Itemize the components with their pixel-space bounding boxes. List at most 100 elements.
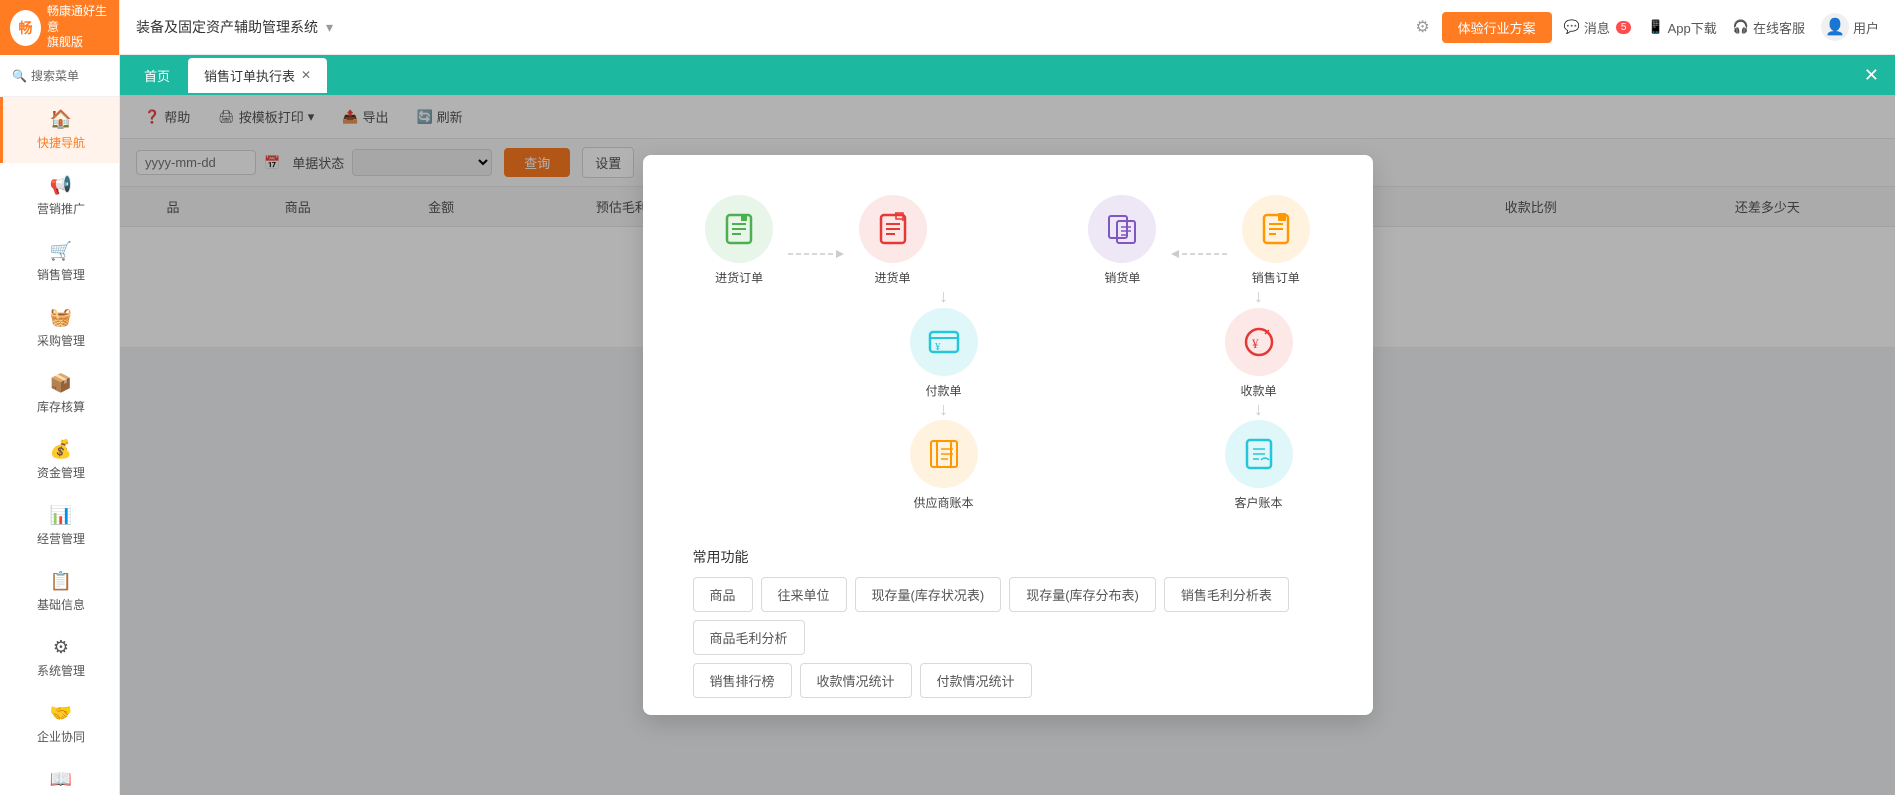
user-area[interactable]: 👤 用户 bbox=[1821, 13, 1879, 41]
node-purchase-order: 进货订单 bbox=[693, 195, 786, 286]
node-sales: 销货单 bbox=[1076, 195, 1169, 286]
search-icon: 🔍 bbox=[12, 69, 27, 83]
app-download-button[interactable]: 📱 App下载 bbox=[1647, 18, 1716, 37]
func-sales-rank[interactable]: 销售排行榜 bbox=[693, 663, 792, 698]
sales-down-arrow: ↓ bbox=[1254, 286, 1263, 308]
func-partner[interactable]: 往来单位 bbox=[761, 577, 847, 612]
modal-scrollbar[interactable]: ◀ ▶ bbox=[673, 708, 1343, 715]
common-functions-section: 常用功能 商品 往来单位 现存量(库存状况表) 现存量(库存分布表) 销售毛利分… bbox=[673, 547, 1343, 708]
arrow-purchase-order-to-purchase bbox=[786, 246, 846, 286]
marketing-icon: 📢 bbox=[50, 175, 72, 196]
basic-icon: 📋 bbox=[50, 571, 72, 592]
system-title-area: 装备及固定资产辅助管理系统 ▾ bbox=[136, 17, 1403, 37]
sidebar-item-purchase[interactable]: 🧺 采购管理 bbox=[0, 295, 119, 361]
common-functions-title: 常用功能 bbox=[693, 547, 1323, 567]
sidebar-item-collab[interactable]: 🤝 企业协同 bbox=[0, 691, 119, 757]
func-stock-status[interactable]: 现存量(库存状况表) bbox=[855, 577, 1002, 612]
message-button[interactable]: 💬 消息 5 bbox=[1564, 18, 1632, 37]
tab-sales-order-exec[interactable]: 销售订单执行表 ✕ bbox=[188, 58, 327, 93]
sales-down-area: ↓ bbox=[1195, 286, 1323, 308]
settings-icon[interactable]: ⚙ bbox=[1415, 17, 1429, 37]
sidebar-search-area: 🔍 搜索菜单 bbox=[0, 55, 119, 97]
receipt-down-area: ↓ bbox=[1195, 399, 1323, 421]
sidebar-item-marketing[interactable]: 📢 营销推广 bbox=[0, 163, 119, 229]
modal-overlay[interactable]: 进货订单 进货单 bbox=[120, 95, 1895, 795]
purchase-icon bbox=[859, 195, 927, 263]
message-icon: 💬 bbox=[1564, 19, 1580, 35]
inventory-icon: 📦 bbox=[50, 373, 72, 394]
sidebar-item-basic[interactable]: 📋 基础信息 bbox=[0, 559, 119, 625]
sidebar: 畅 畅康通好生意 旗舰版 🔍 搜索菜单 🏠 快捷导航 📢 营销推广 � bbox=[0, 0, 120, 795]
download-icon: 📱 bbox=[1647, 19, 1663, 35]
sidebar-item-sales[interactable]: 🛒 销售管理 bbox=[0, 229, 119, 295]
func-product[interactable]: 商品 bbox=[693, 577, 753, 612]
scroll-left-icon[interactable]: ◀ bbox=[693, 712, 702, 715]
guide-icon: 📖 bbox=[50, 769, 72, 790]
func-stock-dist[interactable]: 现存量(库存分布表) bbox=[1009, 577, 1156, 612]
receipt-down-arrow: ↓ bbox=[1254, 399, 1263, 421]
svg-text:¥: ¥ bbox=[1252, 336, 1259, 351]
service-icon: 🎧 bbox=[1733, 19, 1749, 35]
top-bar: 装备及固定资产辅助管理系统 ▾ ⚙ 体验行业方案 💬 消息 5 📱 App下载 … bbox=[120, 0, 1895, 55]
finance-icon: 💰 bbox=[50, 439, 72, 460]
sidebar-item-operations[interactable]: 📊 经营管理 bbox=[0, 493, 119, 559]
arrow-sales-order-to-sales bbox=[1169, 246, 1229, 286]
sidebar-item-inventory[interactable]: 📦 库存核算 bbox=[0, 361, 119, 427]
title-dropdown-icon[interactable]: ▾ bbox=[326, 19, 333, 36]
online-service-button[interactable]: 🎧 在线客服 bbox=[1733, 18, 1805, 37]
content-area: ❓ 帮助 🖨 按模板打印 ▾ 📤 导出 🔄 刷新 bbox=[120, 95, 1895, 795]
tab-bar: 首页 销售订单执行表 ✕ ✕ bbox=[120, 55, 1895, 95]
scroll-right-icon[interactable]: ▶ bbox=[1313, 712, 1322, 715]
top-right-area: 💬 消息 5 📱 App下载 🎧 在线客服 👤 用户 bbox=[1564, 13, 1879, 41]
sales-order-icon bbox=[1242, 195, 1310, 263]
system-title-text: 装备及固定资产辅助管理系统 bbox=[136, 17, 318, 37]
sidebar-logo: 畅 畅康通好生意 旗舰版 bbox=[0, 0, 119, 55]
tab-close-icon[interactable]: ✕ bbox=[301, 68, 311, 82]
func-payment-stats[interactable]: 付款情况统计 bbox=[920, 663, 1032, 698]
system-icon: ⚙ bbox=[53, 637, 69, 658]
node-supplier-ledger: 供应商账本 bbox=[880, 420, 1008, 511]
window-close-button[interactable]: ✕ bbox=[1856, 65, 1887, 86]
payment-down-area: ↓ bbox=[880, 399, 1008, 421]
node-purchase: 进货单 bbox=[846, 195, 939, 286]
customer-ledger-icon bbox=[1225, 420, 1293, 488]
sidebar-item-system[interactable]: ⚙ 系统管理 bbox=[0, 625, 119, 691]
sidebar-item-finance[interactable]: 💰 资金管理 bbox=[0, 427, 119, 493]
node-payment: ¥ 付款单 bbox=[880, 308, 1008, 399]
quick-nav-icon: 🏠 bbox=[50, 109, 72, 130]
tab-home[interactable]: 首页 bbox=[128, 58, 186, 93]
func-receipt-stats[interactable]: 收款情况统计 bbox=[800, 663, 912, 698]
purchase-down-arrow: ↓ bbox=[939, 286, 948, 308]
receipt-icon: ¥ bbox=[1225, 308, 1293, 376]
sales-icon: 🛒 bbox=[50, 241, 72, 262]
purchase-order-icon bbox=[705, 195, 773, 263]
trial-button[interactable]: 体验行业方案 bbox=[1442, 12, 1552, 43]
sidebar-item-quick[interactable]: 🏠 快捷导航 bbox=[0, 97, 119, 163]
sidebar-nav: 🏠 快捷导航 📢 营销推广 🛒 销售管理 🧺 采购管理 📦 库存核算 💰 bbox=[0, 97, 119, 795]
search-menu-button[interactable]: 🔍 搜索菜单 bbox=[8, 63, 111, 88]
operations-icon: 📊 bbox=[50, 505, 72, 526]
message-badge: 5 bbox=[1616, 21, 1632, 34]
logo-icon: 畅 bbox=[10, 10, 41, 46]
svg-text:¥: ¥ bbox=[935, 341, 941, 353]
user-avatar: 👤 bbox=[1821, 13, 1849, 41]
collab-icon: 🤝 bbox=[50, 703, 72, 724]
supplier-ledger-icon bbox=[910, 420, 978, 488]
node-customer-ledger: 客户账本 bbox=[1195, 420, 1323, 511]
payment-down-arrow: ↓ bbox=[939, 399, 948, 421]
quick-nav-modal: 进货订单 进货单 bbox=[643, 155, 1373, 715]
func-buttons-row2: 销售排行榜 收款情况统计 付款情况统计 bbox=[693, 663, 1323, 698]
logo-text: 畅康通好生意 旗舰版 bbox=[47, 4, 109, 51]
func-buttons-row1: 商品 往来单位 现存量(库存状况表) 现存量(库存分布表) 销售毛利分析表 商品… bbox=[693, 577, 1323, 655]
flow-diagram-wrapper: 进货订单 进货单 bbox=[673, 185, 1343, 547]
purchase-icon: 🧺 bbox=[50, 307, 72, 328]
func-product-margin[interactable]: 商品毛利分析 bbox=[693, 620, 805, 655]
node-receipt: ¥ 收款单 bbox=[1195, 308, 1323, 399]
main-content: 装备及固定资产辅助管理系统 ▾ ⚙ 体验行业方案 💬 消息 5 📱 App下载 … bbox=[120, 0, 1895, 795]
sales-icon bbox=[1088, 195, 1156, 263]
payment-icon: ¥ bbox=[910, 308, 978, 376]
purchase-down-area: ↓ bbox=[880, 286, 1008, 308]
sidebar-item-guide[interactable]: 📖 新手引导 bbox=[0, 757, 119, 795]
func-sales-margin[interactable]: 销售毛利分析表 bbox=[1164, 577, 1289, 612]
node-sales-order: 销售订单 bbox=[1229, 195, 1322, 286]
